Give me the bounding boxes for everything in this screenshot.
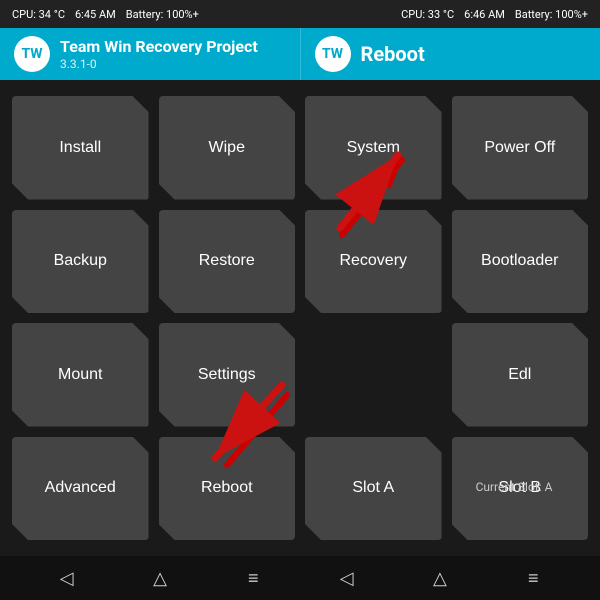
main-content: Install Wipe System Power Off Backup Res… [0, 80, 600, 556]
mount-button[interactable]: Mount [12, 323, 149, 427]
button-row-1: Install Wipe System Power Off [12, 96, 588, 200]
twrp-logo-left: TW [14, 36, 50, 72]
button-row-4: Advanced Reboot Slot A Slot B [12, 437, 588, 541]
nav-menu-left[interactable]: ≡ [223, 568, 283, 589]
slot-a-button[interactable]: Slot A [305, 437, 442, 541]
app-version: 3.3.1-0 [60, 57, 258, 71]
advanced-button[interactable]: Advanced [12, 437, 149, 541]
status-bar: CPU: 34 °C 6:45 AM Battery: 100%+ CPU: 3… [0, 0, 600, 28]
system-button[interactable]: System [305, 96, 442, 200]
power-off-button[interactable]: Power Off [452, 96, 589, 200]
cpu-left: CPU: 34 °C [12, 8, 65, 21]
settings-button[interactable]: Settings [159, 323, 296, 427]
time-right: 6:46 AM [464, 8, 505, 21]
reboot-button[interactable]: Reboot [159, 437, 296, 541]
edl-button[interactable]: Edl [452, 323, 589, 427]
header: TW Team Win Recovery Project 3.3.1-0 TW … [0, 28, 600, 80]
restore-button[interactable]: Restore [159, 210, 296, 314]
recovery-button[interactable]: Recovery [305, 210, 442, 314]
wipe-button[interactable]: Wipe [159, 96, 296, 200]
bootloader-button[interactable]: Bootloader [452, 210, 589, 314]
nav-home-right[interactable]: △ [410, 568, 470, 589]
status-left: CPU: 34 °C 6:45 AM Battery: 100%+ [12, 8, 199, 21]
twrp-logo-right: TW [315, 36, 351, 72]
status-right: CPU: 33 °C 6:46 AM Battery: 100%+ [401, 8, 588, 21]
header-right: TW Reboot [300, 28, 600, 80]
app-title: Team Win Recovery Project [60, 37, 258, 56]
battery-left: Battery: 100%+ [126, 8, 199, 21]
backup-button[interactable]: Backup [12, 210, 149, 314]
reboot-title: Reboot [361, 42, 425, 66]
nav-back-right[interactable]: ◁ [317, 568, 377, 589]
button-row-3: Mount Settings Edl [12, 323, 588, 427]
nav-menu-right[interactable]: ≡ [503, 568, 563, 589]
cpu-right: CPU: 33 °C [401, 8, 454, 21]
slot-b-button[interactable]: Slot B [452, 437, 589, 541]
time-left: 6:45 AM [75, 8, 116, 21]
nav-back-left[interactable]: ◁ [37, 568, 97, 589]
empty-slot [305, 323, 442, 427]
button-row-2: Backup Restore Recovery Bootloader [12, 210, 588, 314]
nav-home-left[interactable]: △ [130, 568, 190, 589]
header-title-left: Team Win Recovery Project 3.3.1-0 [60, 37, 258, 70]
header-left: TW Team Win Recovery Project 3.3.1-0 [0, 28, 300, 80]
nav-bar: ◁ △ ≡ ◁ △ ≡ [0, 556, 600, 600]
battery-right: Battery: 100%+ [515, 8, 588, 21]
install-button[interactable]: Install [12, 96, 149, 200]
